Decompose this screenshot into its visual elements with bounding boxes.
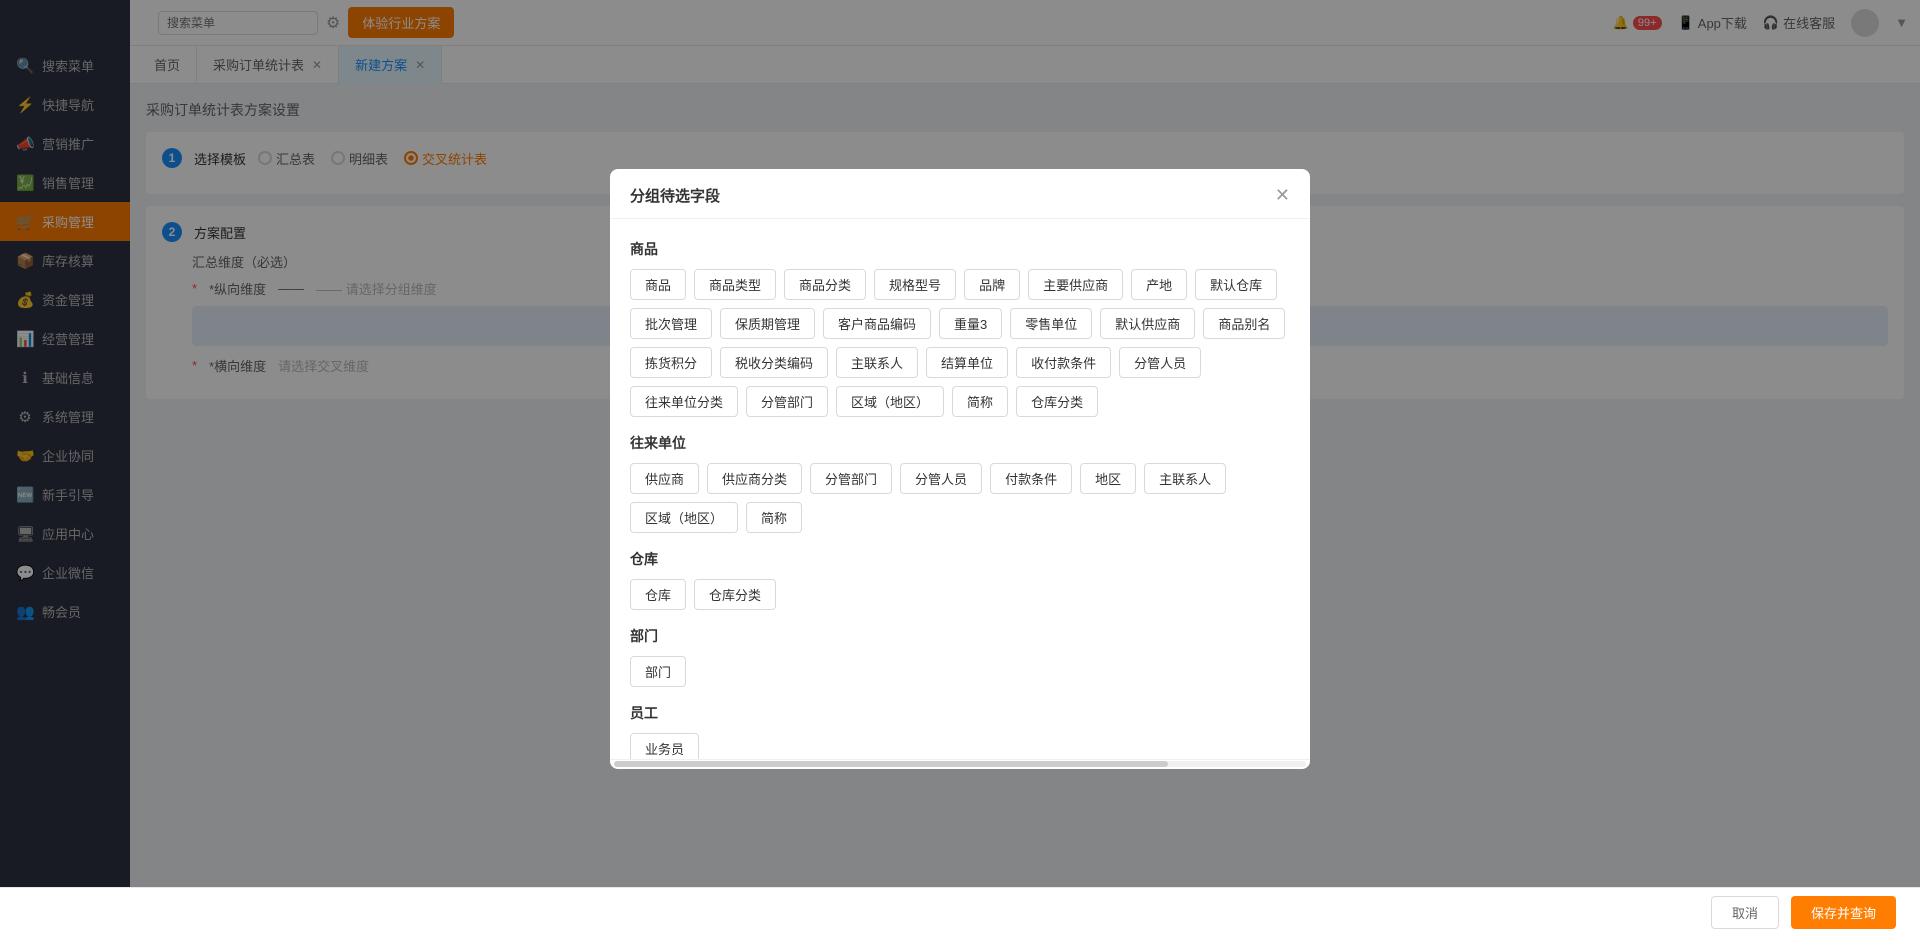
modal: 分组待选字段 ✕ 商品商品商品类型商品分类规格型号品牌主要供应商产地默认仓库批次… [610,169,1310,769]
modal-title: 分组待选字段 [630,185,720,206]
field-tag-0-9[interactable]: 保质期管理 [720,308,815,339]
cancel-button[interactable]: 取消 [1711,896,1779,929]
section-title-2: 仓库 [630,549,1290,569]
field-tag-1-3[interactable]: 分管人员 [900,463,982,494]
field-tag-4-0[interactable]: 业务员 [630,733,699,759]
field-tag-1-2[interactable]: 分管部门 [810,463,892,494]
field-tag-1-4[interactable]: 付款条件 [990,463,1072,494]
field-tag-1-7[interactable]: 区域（地区） [630,502,738,533]
field-tag-1-6[interactable]: 主联系人 [1144,463,1226,494]
field-tag-1-0[interactable]: 供应商 [630,463,699,494]
field-tag-0-5[interactable]: 主要供应商 [1028,269,1123,300]
field-tag-0-13[interactable]: 默认供应商 [1100,308,1195,339]
modal-overlay: 分组待选字段 ✕ 商品商品商品类型商品分类规格型号品牌主要供应商产地默认仓库批次… [0,0,1920,937]
field-tag-0-0[interactable]: 商品 [630,269,686,300]
field-tag-1-5[interactable]: 地区 [1080,463,1136,494]
field-tag-0-3[interactable]: 规格型号 [874,269,956,300]
field-group-2: 仓库仓库分类 [630,579,1290,610]
section-title-4: 员工 [630,703,1290,723]
field-tag-0-7[interactable]: 默认仓库 [1195,269,1277,300]
field-tag-0-1[interactable]: 商品类型 [694,269,776,300]
modal-hscrollbar[interactable] [610,759,1310,769]
field-group-3: 部门 [630,656,1290,687]
field-tag-1-1[interactable]: 供应商分类 [707,463,802,494]
field-tag-2-1[interactable]: 仓库分类 [694,579,776,610]
field-tag-1-8[interactable]: 简称 [746,502,802,533]
field-tag-0-11[interactable]: 重量3 [939,308,1002,339]
modal-body: 商品商品商品类型商品分类规格型号品牌主要供应商产地默认仓库批次管理保质期管理客户… [610,219,1310,759]
field-tag-0-19[interactable]: 收付款条件 [1016,347,1111,378]
section-title-0: 商品 [630,239,1290,259]
section-title-1: 往来单位 [630,433,1290,453]
field-group-4: 业务员 [630,733,1290,759]
field-tag-0-21[interactable]: 往来单位分类 [630,386,738,417]
field-tag-0-20[interactable]: 分管人员 [1119,347,1201,378]
modal-header: 分组待选字段 ✕ [610,169,1310,219]
field-group-1: 供应商供应商分类分管部门分管人员付款条件地区主联系人区域（地区） 简称 [630,463,1290,533]
field-tag-0-17[interactable]: 主联系人 [836,347,918,378]
bottom-bar: 取消 保存并查询 [0,887,1920,937]
field-tag-0-22[interactable]: 分管部门 [746,386,828,417]
modal-close-icon[interactable]: ✕ [1275,186,1290,204]
field-tag-0-25[interactable]: 仓库分类 [1016,386,1098,417]
field-tag-0-8[interactable]: 批次管理 [630,308,712,339]
field-tag-0-23[interactable]: 区域（地区） [836,386,944,417]
field-tag-0-2[interactable]: 商品分类 [784,269,866,300]
save-query-button[interactable]: 保存并查询 [1791,896,1896,929]
field-tag-0-12[interactable]: 零售单位 [1010,308,1092,339]
field-tag-0-24[interactable]: 简称 [952,386,1008,417]
section-title-3: 部门 [630,626,1290,646]
field-tag-0-4[interactable]: 品牌 [964,269,1020,300]
field-tag-0-16[interactable]: 税收分类编码 [720,347,828,378]
field-tag-0-18[interactable]: 结算单位 [926,347,1008,378]
field-tag-2-0[interactable]: 仓库 [630,579,686,610]
field-tag-0-14[interactable]: 商品别名 [1203,308,1285,339]
field-tag-0-6[interactable]: 产地 [1131,269,1187,300]
field-tag-0-15[interactable]: 拣货积分 [630,347,712,378]
field-tag-0-10[interactable]: 客户商品编码 [823,308,931,339]
field-tag-3-0[interactable]: 部门 [630,656,686,687]
field-group-0: 商品商品类型商品分类规格型号品牌主要供应商产地默认仓库批次管理保质期管理客户商品… [630,269,1290,417]
